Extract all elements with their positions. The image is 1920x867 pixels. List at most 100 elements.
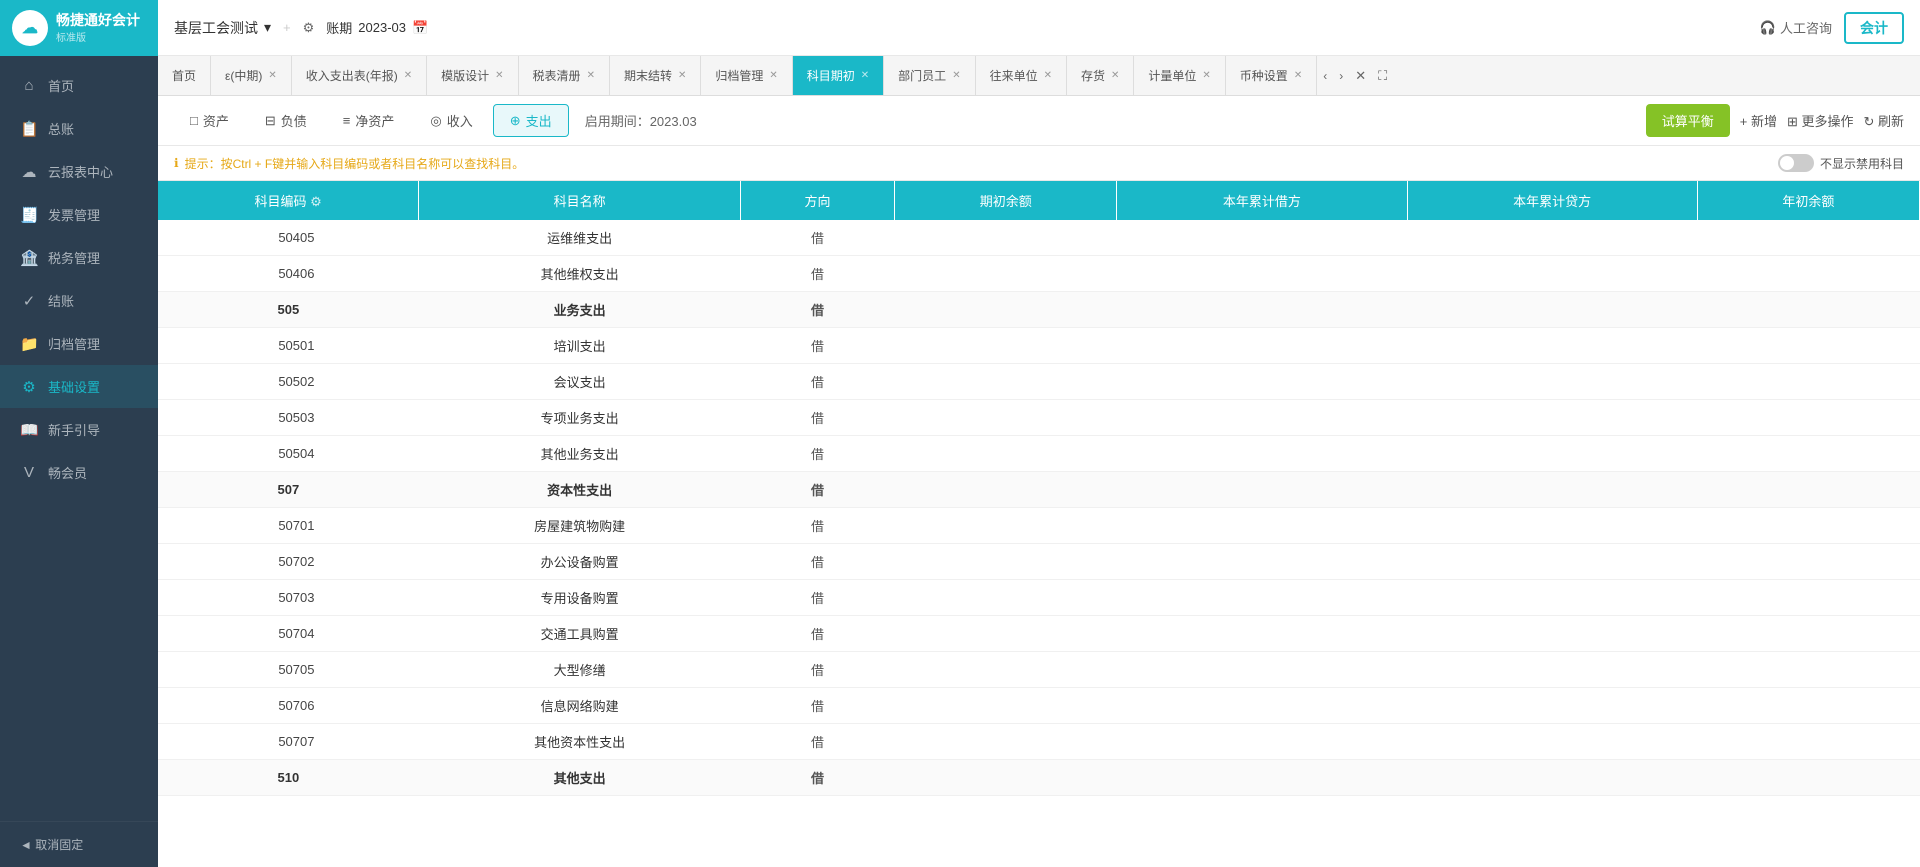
subtab-asset[interactable]: □资产 [174, 105, 245, 136]
cell-name: 房屋建筑物购建 [419, 508, 741, 544]
tab-close-period-end[interactable]: ✕ [678, 70, 686, 81]
cell-credit [1407, 544, 1697, 580]
settings-icon[interactable]: ⚙ [303, 20, 315, 36]
tab-scroll-right[interactable]: › [1333, 69, 1349, 83]
tab-dept-staff[interactable]: 部门员工✕ [884, 56, 975, 95]
refresh-button[interactable]: ↻ 刷新 [1863, 111, 1904, 130]
tab-close-taxform[interactable]: ✕ [587, 70, 595, 81]
col-name: 科目名称 [419, 181, 741, 220]
table-row[interactable]: 50406 其他维权支出 借 [158, 256, 1920, 292]
subtab-liability[interactable]: ⊟负债 [249, 105, 323, 136]
table-row[interactable]: 50501 培训支出 借 [158, 328, 1920, 364]
table-row[interactable]: 50701 房屋建筑物购建 借 [158, 508, 1920, 544]
tab-close-subject-init[interactable]: ✕ [861, 70, 869, 81]
sidebar-item-invoice[interactable]: 🧾发票管理 [0, 193, 158, 236]
sidebar-item-settle[interactable]: ✓结账 [0, 279, 158, 322]
table-row[interactable]: 50705 大型修缮 借 [158, 652, 1920, 688]
sidebar-label-guide: 新手引导 [48, 420, 100, 439]
tab-close-stock[interactable]: ✕ [1111, 70, 1119, 81]
tab-close-measure[interactable]: ✕ [1202, 70, 1210, 81]
tab-close-unit[interactable]: ✕ [1044, 70, 1052, 81]
table-row[interactable]: 50707 其他资本性支出 借 [158, 724, 1920, 760]
cell-code: 50707 [158, 724, 419, 760]
table-row[interactable]: 507 资本性支出 借 [158, 472, 1920, 508]
cell-code: 505 [158, 292, 419, 328]
table-row[interactable]: 50504 其他业务支出 借 [158, 436, 1920, 472]
tab-subject-init[interactable]: 科目期初✕ [793, 56, 884, 95]
tab-stock[interactable]: 存货✕ [1067, 56, 1134, 95]
sidebar-item-archive[interactable]: 📁归档管理 [0, 322, 158, 365]
table-row[interactable]: 50702 办公设备购置 借 [158, 544, 1920, 580]
tab-period-end[interactable]: 期末结转✕ [610, 56, 701, 95]
col-settings-icon[interactable]: ⚙ [310, 194, 322, 209]
kuaiji-button[interactable]: 会计 [1844, 12, 1904, 44]
table-row[interactable]: 50706 信息网络购建 借 [158, 688, 1920, 724]
project-selector[interactable]: 基层工会测试 ▾ [174, 18, 271, 38]
archive-icon: 📁 [20, 335, 38, 353]
cell-credit [1407, 724, 1697, 760]
cell-dir: 借 [740, 688, 894, 724]
tab-close-all[interactable]: ✕ [1349, 68, 1372, 84]
sidebar-item-tax[interactable]: 🏦税务管理 [0, 236, 158, 279]
table-row[interactable]: 50703 专用设备购置 借 [158, 580, 1920, 616]
tab-scroll-left[interactable]: ‹ [1317, 69, 1333, 83]
tab-label-archive: 归档管理 [715, 67, 763, 84]
subtab-expense[interactable]: ⊕支出 [493, 104, 569, 137]
cell-debit [1117, 760, 1407, 796]
cell-debit [1117, 688, 1407, 724]
cell-balance [895, 292, 1117, 328]
more-button[interactable]: ⊞ 更多操作 [1787, 111, 1854, 130]
tab-close-template[interactable]: ✕ [495, 70, 503, 81]
tab-income-year[interactable]: 收入支出表(年报)✕ [292, 56, 427, 95]
tab-label-taxform: 税表清册 [533, 67, 581, 84]
toggle-wrap: 不显示禁用科目 [1778, 154, 1904, 172]
cell-debit [1117, 292, 1407, 328]
tab-template[interactable]: 模版设计✕ [427, 56, 518, 95]
col-year-balance: 年初余额 [1697, 181, 1919, 220]
tab-close-archive[interactable]: ✕ [769, 70, 777, 81]
tab-expand[interactable]: ⛶ [1372, 68, 1393, 84]
cell-name: 会议支出 [419, 364, 741, 400]
sidebar-item-report[interactable]: ☁云报表中心 [0, 150, 158, 193]
subtab-income[interactable]: ◎收入 [414, 105, 488, 136]
tab-home[interactable]: 首页 [158, 56, 211, 95]
tab-interim[interactable]: ε(中期)✕ [211, 56, 292, 95]
cell-year-balance [1697, 328, 1919, 364]
tab-close-dept-staff[interactable]: ✕ [952, 70, 960, 81]
cell-balance [895, 364, 1117, 400]
sidebar-item-member[interactable]: V畅会员 [0, 451, 158, 494]
table-row[interactable]: 50502 会议支出 借 [158, 364, 1920, 400]
tab-close-income-year[interactable]: ✕ [404, 70, 412, 81]
table-row[interactable]: 50503 专项业务支出 借 [158, 400, 1920, 436]
sidebar-item-basic[interactable]: ⚙基础设置 [0, 365, 158, 408]
table-row[interactable]: 505 业务支出 借 [158, 292, 1920, 328]
table-row[interactable]: 50405 运维维支出 借 [158, 220, 1920, 256]
balance-button[interactable]: 试算平衡 [1646, 104, 1730, 137]
disable-toggle[interactable] [1778, 154, 1814, 172]
cell-debit [1117, 436, 1407, 472]
table-row[interactable]: 50704 交通工具购置 借 [158, 616, 1920, 652]
tab-archive[interactable]: 归档管理 ✕ [701, 56, 792, 95]
service-button[interactable]: 🎧 人工咨询 [1760, 18, 1832, 37]
tab-taxform[interactable]: 税表清册 ✕ [519, 56, 610, 95]
topbar-period: 账期 2023-03 📅 [326, 18, 428, 37]
tab-close-currency[interactable]: ✕ [1294, 70, 1302, 81]
sidebar-item-guide[interactable]: 📖新手引导 [0, 408, 158, 451]
tab-close-interim[interactable]: ✕ [268, 70, 276, 81]
sidebar-item-home[interactable]: ⌂首页 [0, 64, 158, 107]
tab-unit[interactable]: 往来单位✕ [976, 56, 1067, 95]
tab-measure[interactable]: 计量单位✕ [1134, 56, 1225, 95]
subtab-equity[interactable]: ≡净资产 [327, 105, 411, 136]
project-name: 基层工会测试 [174, 18, 258, 38]
sidebar-label-member: 畅会员 [48, 463, 87, 482]
cell-balance [895, 544, 1117, 580]
sidebar-footer[interactable]: ◄ 取消固定 [0, 821, 158, 867]
cell-year-balance [1697, 436, 1919, 472]
cell-balance [895, 436, 1117, 472]
tab-currency[interactable]: 币种设置✕ [1226, 56, 1317, 95]
sidebar-label-tax: 税务管理 [48, 248, 100, 267]
calendar-icon[interactable]: 📅 [412, 20, 428, 36]
sidebar-item-ledger[interactable]: 📋总账 [0, 107, 158, 150]
add-button[interactable]: + 新增 [1740, 111, 1777, 130]
table-row[interactable]: 510 其他支出 借 [158, 760, 1920, 796]
